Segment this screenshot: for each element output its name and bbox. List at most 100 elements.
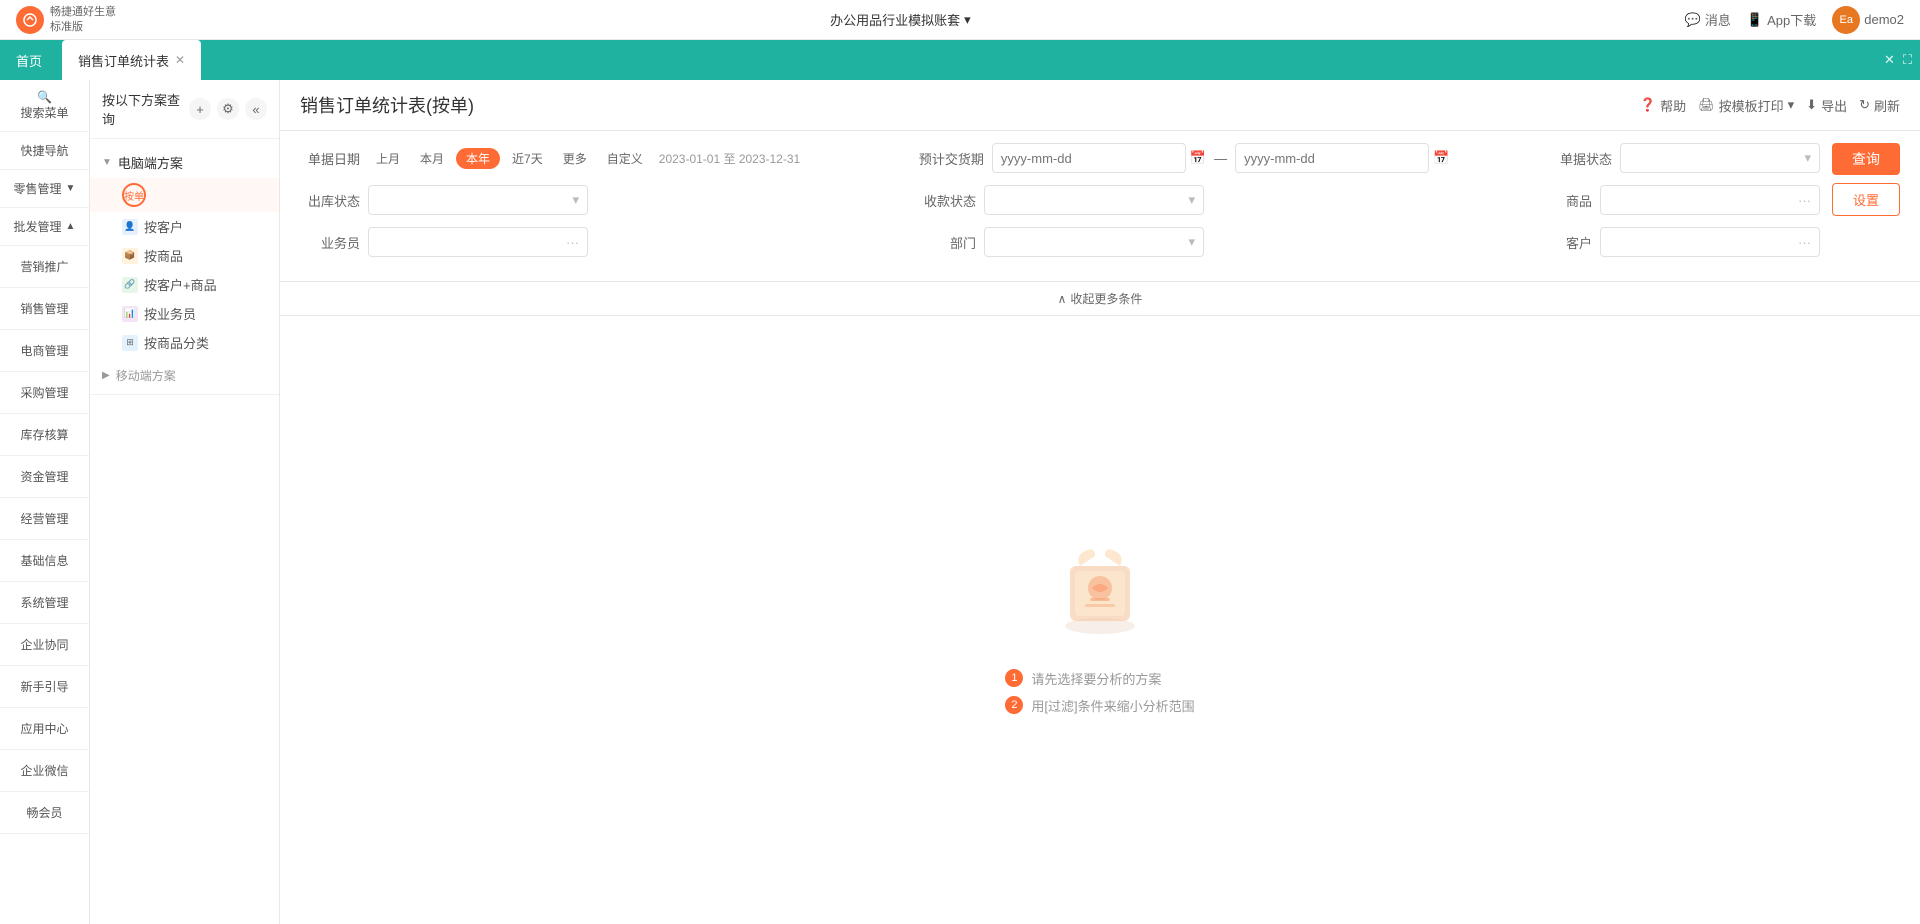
workspace-dropdown-icon[interactable]: ▾ xyxy=(964,12,971,28)
sidebar-item-marketing-label: 营销推广 xyxy=(20,260,68,274)
sidebar-item-ecommerce-label: 电商管理 xyxy=(20,344,68,358)
tree-desktop-section[interactable]: ▼ 电脑端方案 xyxy=(90,147,279,178)
top-bar-right: 💬 消息 📱 App下载 Ea demo2 xyxy=(1685,6,1904,34)
tree-item-by-staff[interactable]: 📊 按业务员 xyxy=(90,299,279,328)
tree-item-by-customer[interactable]: 👤 按客户 xyxy=(90,212,279,241)
print-btn[interactable]: 🖨 按模板打印 ▾ xyxy=(1698,96,1794,115)
tab-sales-stats[interactable]: 销售订单统计表 ✕ xyxy=(62,40,201,80)
empty-tip-1: 1 请先选择要分析的方案 xyxy=(1005,669,1194,688)
window-maximize-btn[interactable]: ⛶ xyxy=(1903,52,1912,68)
sidebar-item-wechat[interactable]: 企业微信 xyxy=(0,750,89,792)
page-header: 销售订单统计表(按单) ❓ 帮助 🖨 按模板打印 ▾ ⬇ xyxy=(280,80,1920,131)
date-btn-this-year[interactable]: 本年 xyxy=(456,148,500,169)
add-scheme-btn[interactable]: + xyxy=(189,98,211,120)
logo-icon xyxy=(16,6,44,34)
sidebar-item-marketing[interactable]: 营销推广 xyxy=(0,246,89,288)
sidebar-item-sales[interactable]: 销售管理 xyxy=(0,288,89,330)
app-download-btn[interactable]: 📱 App下载 xyxy=(1747,10,1816,29)
panel-collapse-btn[interactable]: « xyxy=(245,98,267,120)
tab-home[interactable]: 首页 xyxy=(0,40,58,80)
dept-select[interactable]: ▾ xyxy=(984,227,1204,257)
desktop-tree-arrow: ▼ xyxy=(102,157,112,168)
filter-btn-group: 查询 设置 xyxy=(1832,143,1900,216)
sidebar-item-enterprise[interactable]: 企业协同 xyxy=(0,624,89,666)
page-title-row: 销售订单统计表(按单) ❓ 帮助 🖨 按模板打印 ▾ ⬇ xyxy=(300,92,1900,118)
tree-item-by-staff-label: 按业务员 xyxy=(144,304,196,323)
print-dropdown-icon[interactable]: ▾ xyxy=(1788,97,1795,113)
date-btn-more[interactable]: 更多 xyxy=(555,148,595,169)
tree-item-by-category[interactable]: ⊞ 按商品分类 xyxy=(90,328,279,357)
status-select[interactable]: ▾ xyxy=(1620,143,1820,173)
by-staff-icon: 📊 xyxy=(122,306,138,322)
search-button[interactable]: 查询 xyxy=(1832,143,1900,175)
sidebar-item-finance[interactable]: 资金管理 xyxy=(0,456,89,498)
sidebar-item-system-label: 系统管理 xyxy=(20,596,68,610)
tree-mobile-section[interactable]: ▶ 移动端方案 xyxy=(90,357,279,395)
message-btn[interactable]: 💬 消息 xyxy=(1685,10,1731,29)
ship-status-select[interactable]: ▾ xyxy=(368,185,588,215)
desktop-section-label: 电脑端方案 xyxy=(118,153,183,172)
ship-arrow: ▾ xyxy=(572,192,579,208)
date-btn-last-month[interactable]: 上月 xyxy=(368,148,408,169)
sidebar-item-retail[interactable]: 零售管理 ▼ xyxy=(0,170,89,208)
avatar: Ea xyxy=(1832,6,1860,34)
workspace-selector[interactable]: 办公用品行业模拟账套 ▾ xyxy=(830,10,971,29)
by-customer-product-icon: 🔗 xyxy=(122,277,138,293)
calendar-icon-to[interactable]: 📅 xyxy=(1433,150,1449,166)
expected-date-to[interactable] xyxy=(1235,143,1429,173)
user-profile[interactable]: Ea demo2 xyxy=(1832,6,1904,34)
date-dash: — xyxy=(1214,151,1227,166)
staff-arrow: ··· xyxy=(566,235,579,250)
sidebar-item-apps[interactable]: 应用中心 xyxy=(0,708,89,750)
date-btn-7days[interactable]: 近7天 xyxy=(504,148,551,169)
dept-arrow: ▾ xyxy=(1188,234,1195,250)
product-select[interactable]: ··· xyxy=(1600,185,1820,215)
payment-status-select[interactable]: ▾ xyxy=(984,185,1204,215)
tab-bar-right: ✕ ⛶ xyxy=(1884,52,1920,68)
sidebar-item-basic[interactable]: 基础信息 xyxy=(0,540,89,582)
tab-close-icon[interactable]: ✕ xyxy=(175,53,185,67)
sidebar-item-purchase[interactable]: 采购管理 xyxy=(0,372,89,414)
refresh-icon: ↻ xyxy=(1859,97,1870,113)
sidebar-item-operations[interactable]: 经营管理 xyxy=(0,498,89,540)
export-icon: ⬇ xyxy=(1806,97,1817,113)
page-title: 销售订单统计表(按单) xyxy=(300,92,474,118)
expected-date-label: 预计交货期 xyxy=(919,149,984,168)
date-btn-custom[interactable]: 自定义 xyxy=(599,148,651,169)
expected-date-from[interactable] xyxy=(992,143,1186,173)
tree-item-by-customer-product[interactable]: 🔗 按客户+商品 xyxy=(90,270,279,299)
scheme-settings-btn[interactable]: ⚙ xyxy=(217,98,239,120)
window-close-btn[interactable]: ✕ xyxy=(1884,52,1895,68)
sidebar-item-inventory[interactable]: 库存核算 xyxy=(0,414,89,456)
setting-button[interactable]: 设置 xyxy=(1832,183,1900,216)
empty-svg xyxy=(1040,526,1160,646)
logo-area: 畅捷通好生意 标准版 xyxy=(16,5,116,34)
staff-select[interactable]: ··· xyxy=(368,227,588,257)
date-btn-this-month[interactable]: 本月 xyxy=(412,148,452,169)
tree-item-by-product[interactable]: 📦 按商品 xyxy=(90,241,279,270)
calendar-icon-from[interactable]: 📅 xyxy=(1190,150,1206,166)
wholesale-arrow-icon: ▲ xyxy=(66,221,76,232)
sidebar-item-ecommerce[interactable]: 电商管理 xyxy=(0,330,89,372)
customer-select[interactable]: ··· xyxy=(1600,227,1820,257)
sidebar-search[interactable]: 🔍 搜索菜单 xyxy=(0,80,89,132)
collapse-btn[interactable]: ∧ 收起更多条件 xyxy=(1058,290,1143,307)
sidebar-item-system[interactable]: 系统管理 xyxy=(0,582,89,624)
collapse-label: 收起更多条件 xyxy=(1070,290,1142,307)
tab-home-label: 首页 xyxy=(16,51,42,70)
sidebar-item-member[interactable]: 畅会员 xyxy=(0,792,89,834)
help-btn[interactable]: ❓ 帮助 xyxy=(1640,96,1686,115)
tree-item-by-order[interactable]: 按单 xyxy=(90,178,279,212)
empty-tip-2: 2 用[过滤]条件来缩小分析范围 xyxy=(1005,696,1194,715)
sidebar-quick-nav[interactable]: 快捷导航 xyxy=(0,132,89,170)
dept-label: 部门 xyxy=(916,233,976,252)
by-product-icon: 📦 xyxy=(122,248,138,264)
tree-item-by-customer-label: 按客户 xyxy=(144,217,183,236)
left-panel-actions: + ⚙ « xyxy=(189,98,267,120)
tip-num-2: 2 xyxy=(1005,696,1023,714)
sidebar-item-guide[interactable]: 新手引导 xyxy=(0,666,89,708)
export-btn[interactable]: ⬇ 导出 xyxy=(1806,96,1847,115)
tree-section: ▼ 电脑端方案 按单 👤 按客户 📦 按商品 xyxy=(90,139,279,403)
sidebar-item-wholesale[interactable]: 批发管理 ▲ xyxy=(0,208,89,246)
refresh-btn[interactable]: ↻ 刷新 xyxy=(1859,96,1900,115)
